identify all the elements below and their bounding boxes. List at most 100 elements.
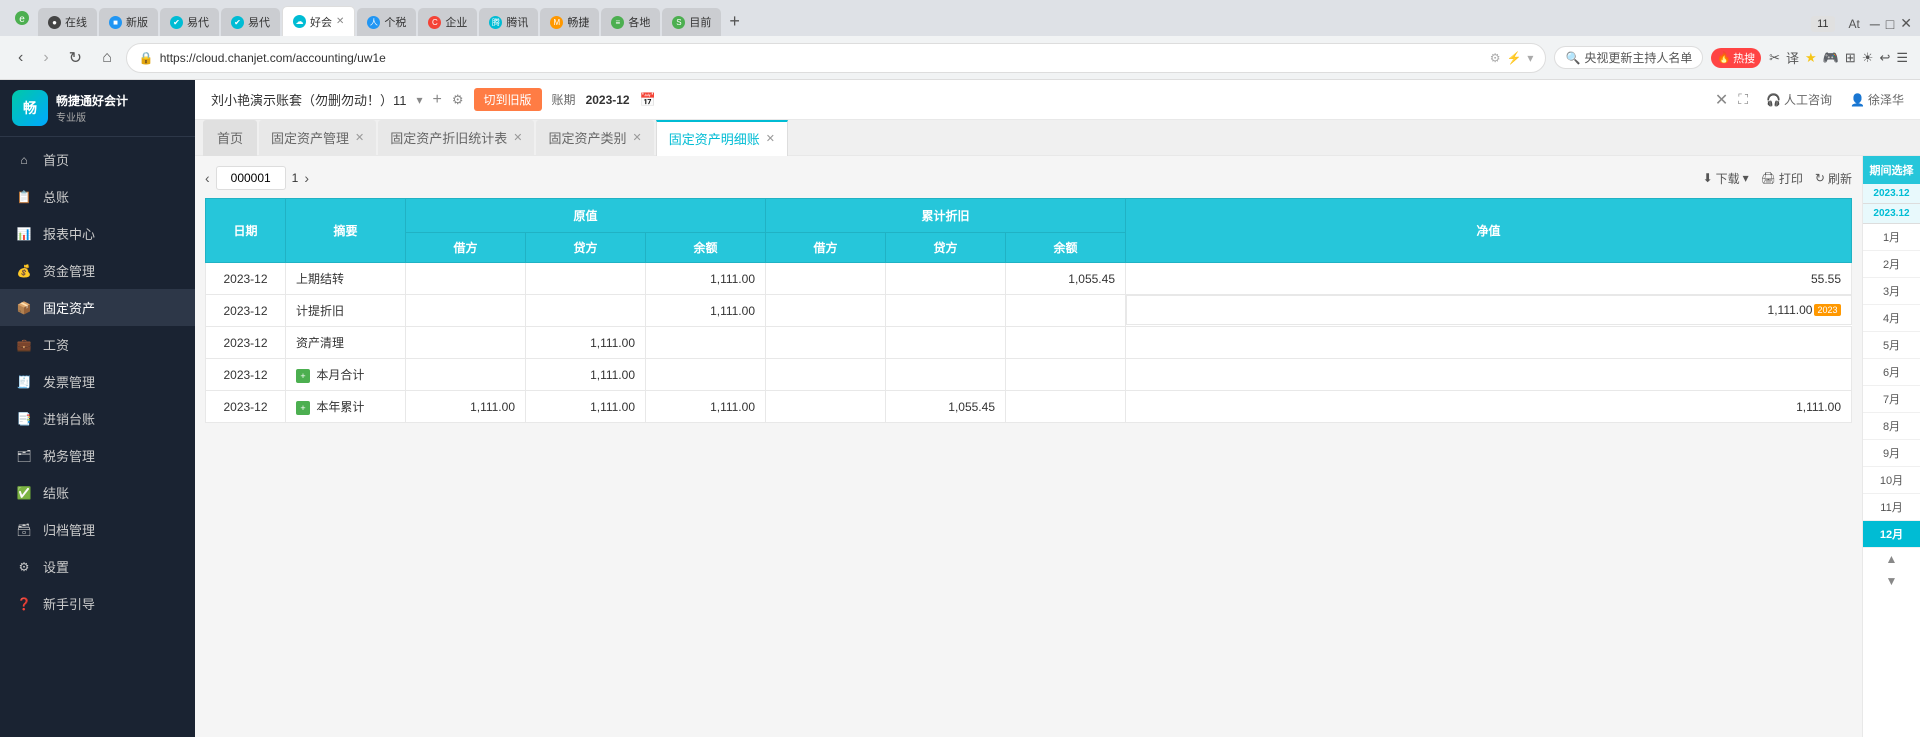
tab-depreciation-stats[interactable]: 固定资产折旧统计表 ✕ (378, 120, 534, 156)
close-tab-depreciation[interactable]: ✕ (513, 131, 522, 144)
download-button[interactable]: ⬇ 下载 ▾ (1703, 170, 1749, 187)
sidebar-item-purchase[interactable]: 📑 进销台账 (0, 400, 195, 437)
tab-新版[interactable]: ■ 新版 (99, 8, 158, 36)
help-button[interactable]: 🎧 人工咨询 (1766, 91, 1832, 108)
star-tool[interactable]: ★ (1805, 50, 1817, 66)
game-tool[interactable]: 🎮 (1823, 50, 1839, 66)
sidebar-item-reports[interactable]: 📊 报表中心 (0, 215, 195, 252)
period-month-9[interactable]: 9月 (1863, 440, 1920, 467)
period-month-11[interactable]: 11月 (1863, 494, 1920, 521)
sidebar-item-closing[interactable]: ✅ 结账 (0, 474, 195, 511)
tab-close-好会[interactable]: ✕ (336, 16, 344, 27)
page-number-input[interactable] (216, 166, 286, 190)
settings-icon-btn[interactable]: ⚙ (452, 92, 464, 108)
refresh-button[interactable]: ↻ 刷新 (1815, 170, 1852, 187)
forward-nav-button[interactable]: › (37, 47, 54, 69)
sidebar-item-home[interactable]: ⌂ 首页 (0, 141, 195, 178)
search-icon: 🔍 (1565, 51, 1580, 65)
dropdown-arrow[interactable]: ▾ (417, 93, 423, 107)
translate-tool[interactable]: 译 (1786, 48, 1799, 67)
close-tab-category[interactable]: ✕ (633, 131, 642, 144)
address-input[interactable]: 🔒 https://cloud.chanjet.com/accounting/u… (126, 43, 1547, 73)
sidebar-item-payroll[interactable]: 💼 工资 (0, 326, 195, 363)
hot-search-badge[interactable]: 🔥 热搜 (1711, 48, 1761, 68)
period-month-3[interactable]: 3月 (1863, 278, 1920, 305)
cell-acc-balance (1006, 327, 1126, 359)
tab-畅捷[interactable]: M 畅捷 (540, 8, 599, 36)
sidebar-item-assets[interactable]: 📦 固定资产 (0, 289, 195, 326)
user-button[interactable]: 👤 徐泽华 (1850, 91, 1904, 108)
tab-目前[interactable]: S 目前 (662, 8, 721, 36)
back-to-old-button[interactable]: 切到旧版 (474, 88, 542, 111)
invoice-icon: 🧾 (15, 375, 33, 389)
new-tab-button[interactable]: + (723, 11, 746, 32)
sidebar-label-ledger: 总账 (43, 187, 69, 206)
tab-易代2[interactable]: ✔ 易代 (221, 8, 280, 36)
search-box[interactable]: 🔍 央视更新主持人名单 (1554, 46, 1703, 69)
tab-category[interactable]: 固定资产类别 ✕ (536, 120, 653, 156)
sidebar-item-archive[interactable]: 🗃 归档管理 (0, 511, 195, 548)
tab-个税[interactable]: 人 个税 (357, 8, 416, 36)
account-name: 刘小艳演示账套（勿删勿动！）11 (211, 90, 407, 109)
add-account-button[interactable]: + (433, 91, 442, 109)
dropdown-icon[interactable]: ▾ (1527, 51, 1533, 65)
tab-fixed-assets-mgmt[interactable]: 固定资产管理 ✕ (259, 120, 376, 156)
period-month-2[interactable]: 2月 (1863, 251, 1920, 278)
sidebar-item-tax[interactable]: 🗂 税务管理 (0, 437, 195, 474)
main-content-area: 刘小艳演示账套（勿删勿动！）11 ▾ + ⚙ 切到旧版 账期 2023-12 📅… (195, 80, 1920, 737)
maximize-btn[interactable]: □ (1886, 16, 1894, 32)
back-nav-button[interactable]: ‹ (12, 47, 29, 69)
tab-在线[interactable]: ● 在线 (38, 8, 97, 36)
sidebar-item-invoice[interactable]: 🧾 发票管理 (0, 363, 195, 400)
period-month-8[interactable]: 8月 (1863, 413, 1920, 440)
period-month-7[interactable]: 7月 (1863, 386, 1920, 413)
cell-orig-debit: 1,111.00 (406, 391, 526, 423)
tab-detail-ledger-active[interactable]: 固定资产明细账 ✕ (656, 120, 788, 156)
archive-icon: 🗃 (15, 523, 33, 537)
brightness-tool[interactable]: ☀ (1862, 50, 1874, 66)
period-month-6[interactable]: 6月 (1863, 359, 1920, 386)
search-text: 央视更新主持人名单 (1584, 49, 1692, 66)
scissors-tool[interactable]: ✂ (1769, 50, 1780, 66)
period-year-top[interactable]: 2023.12 (1863, 184, 1920, 204)
sidebar-item-settings[interactable]: ⚙ 设置 (0, 548, 195, 585)
undo-tool[interactable]: ↩ (1879, 50, 1890, 66)
refresh-nav-button[interactable]: ↻ (63, 46, 88, 70)
next-page-button[interactable]: › (304, 170, 309, 186)
tab-各地[interactable]: ≡ 各地 (601, 8, 660, 36)
period-month-4[interactable]: 4月 (1863, 305, 1920, 332)
cell-acc-debit (766, 327, 886, 359)
cell-orig-debit (406, 327, 526, 359)
print-button[interactable]: 🖨 打印 (1761, 170, 1803, 187)
calendar-icon[interactable]: 📅 (640, 92, 656, 108)
sidebar-item-ledger[interactable]: 📋 总账 (0, 178, 195, 215)
period-month-1[interactable]: 1月 (1863, 224, 1920, 251)
close-btn[interactable]: ✕ (1900, 15, 1912, 32)
period-month-5[interactable]: 5月 (1863, 332, 1920, 359)
grid-tool[interactable]: ⊞ (1845, 50, 1856, 66)
tab-企业[interactable]: C 企业 (418, 8, 477, 36)
prev-page-button[interactable]: ‹ (205, 170, 210, 186)
close-icon-header[interactable]: ✕ (1715, 90, 1728, 110)
close-tab-fixed-assets[interactable]: ✕ (355, 131, 364, 144)
period-scroll-up[interactable]: ▲ (1863, 548, 1920, 570)
period-month-12[interactable]: 12月 (1863, 521, 1920, 548)
tab-易代1[interactable]: ✔ 易代 (160, 8, 219, 36)
close-tab-detail[interactable]: ✕ (766, 132, 775, 145)
cell-orig-debit (406, 263, 526, 295)
home-nav-button[interactable]: ⌂ (96, 47, 118, 69)
tab-homepage[interactable]: 首页 (203, 120, 257, 156)
expand-icon-header[interactable]: ⛶ (1738, 91, 1748, 108)
period-month-10[interactable]: 10月 (1863, 467, 1920, 494)
period-year-bottom[interactable]: 2023.12 (1863, 204, 1920, 224)
tab-好会-active[interactable]: ☁ 好会 ✕ (282, 6, 355, 36)
sidebar-item-funds[interactable]: 💰 资金管理 (0, 252, 195, 289)
menu-tool[interactable]: ☰ (1896, 50, 1908, 66)
browser-back-icon[interactable]: e (8, 4, 36, 32)
sidebar-item-guide[interactable]: ❓ 新手引导 (0, 585, 195, 622)
window-controls: At ─ □ ✕ (1845, 15, 1912, 32)
tab-腾讯[interactable]: 腾 腾讯 (479, 8, 538, 36)
minimize-btn[interactable]: ─ (1870, 16, 1880, 32)
period-scroll-down[interactable]: ▼ (1863, 570, 1920, 592)
closing-icon: ✅ (15, 486, 33, 500)
